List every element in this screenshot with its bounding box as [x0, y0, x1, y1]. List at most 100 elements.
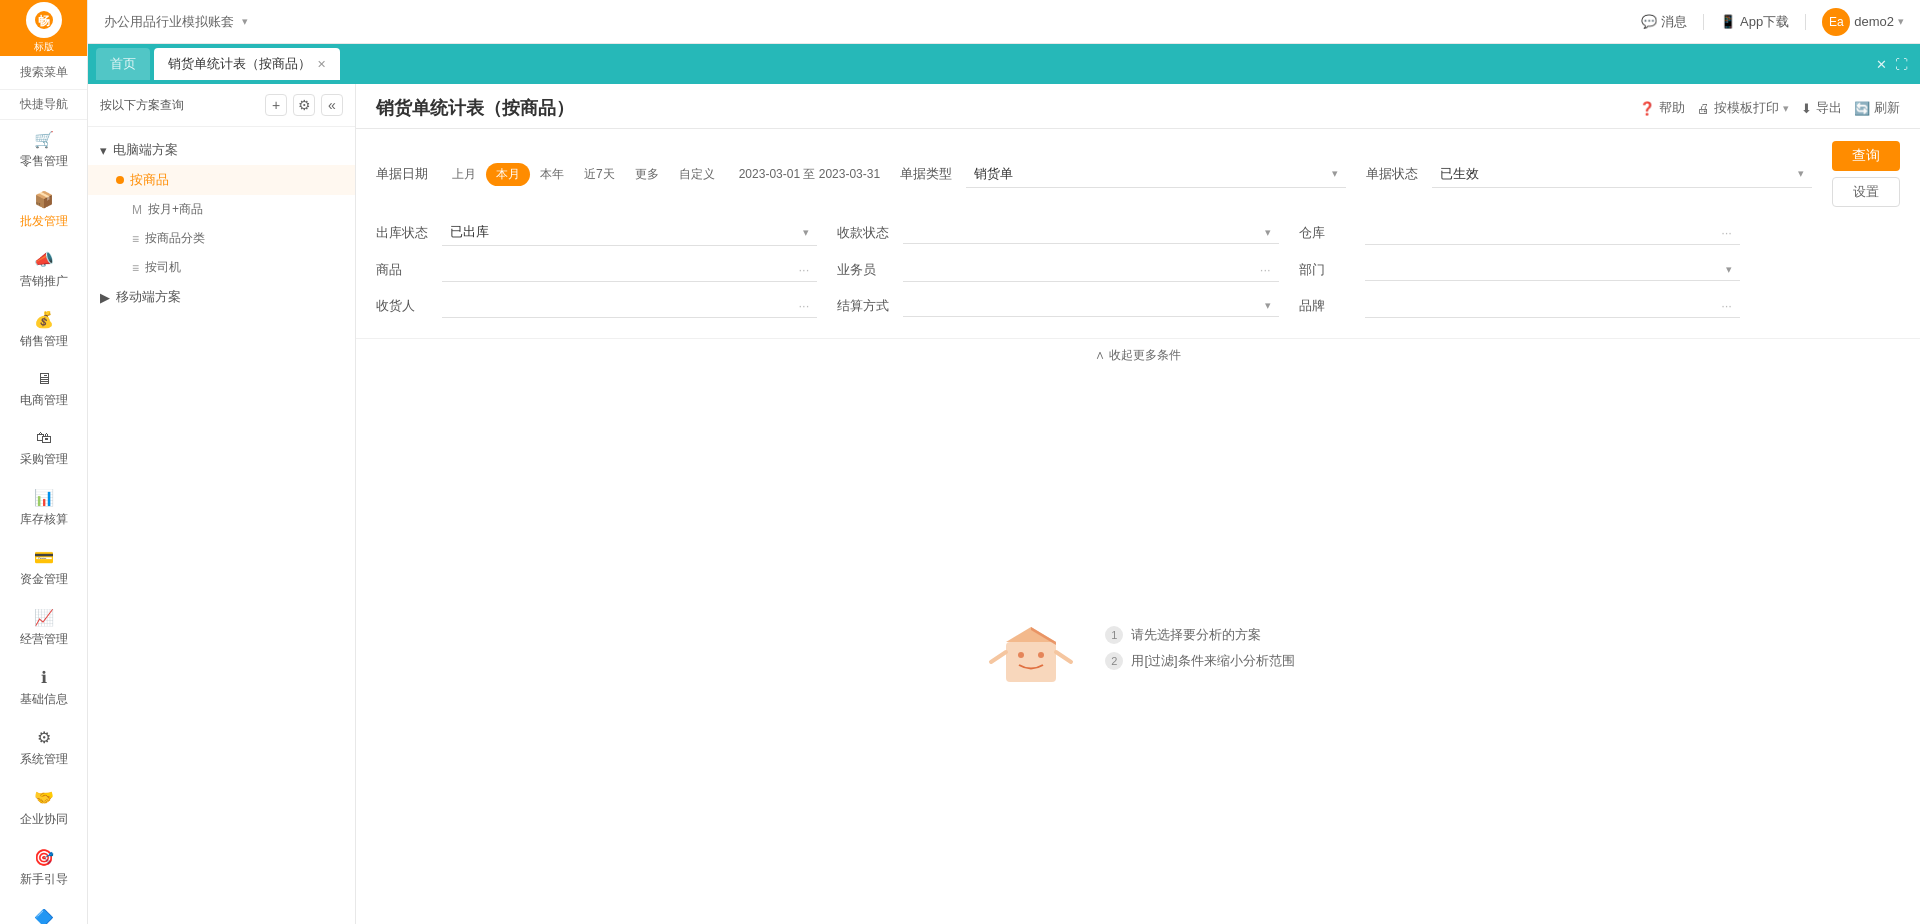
sidebar-item-appstore[interactable]: 🔷 应用中心 [0, 898, 87, 924]
date-7days[interactable]: 近7天 [574, 163, 625, 186]
query-btn[interactable]: 查询 [1832, 141, 1900, 171]
salesperson-dots: ··· [1260, 262, 1271, 277]
empty-illustration [981, 597, 1081, 700]
department-select[interactable]: ▾ [1365, 259, 1740, 281]
tab-home-label: 首页 [110, 55, 136, 73]
sidebar-item-sales[interactable]: 💰 销售管理 [0, 300, 87, 360]
doc-status-select[interactable]: 已生效 ▾ [1432, 161, 1812, 188]
sidebar-item-newbie[interactable]: 🎯 新手引导 [0, 838, 87, 898]
date-this-year[interactable]: 本年 [530, 163, 574, 186]
refresh-btn[interactable]: 🔄 刷新 [1854, 99, 1900, 117]
doc-status-chevron: ▾ [1798, 167, 1804, 180]
tree-section: ▾ 电脑端方案 按商品 M 按月+商品 ≡ 按商品分类 ≡ 按司机 [88, 127, 355, 320]
sidebar-logo: 畅 标版 [0, 0, 87, 56]
goods-filter: 商品 ··· [376, 258, 817, 282]
tree-item-by-driver[interactable]: ≡ 按司机 [88, 253, 355, 282]
settlement-filter: 结算方式 ▾ [837, 295, 1278, 317]
sidebar-item-enterprise[interactable]: 🤝 企业协同 [0, 778, 87, 838]
warehouse-status-select[interactable]: 已出库 ▾ [442, 219, 817, 246]
svg-line-8 [1056, 652, 1071, 662]
ecom-icon: 🖥 [36, 370, 52, 388]
date-filter: 单据日期 上月 本月 本年 近7天 更多 自定义 2023-03-01 至 20… [376, 163, 880, 186]
industry-dropdown-icon[interactable]: ▾ [242, 15, 248, 28]
user-menu[interactable]: Ea demo2 ▾ [1822, 8, 1904, 36]
sidebar-item-system[interactable]: ⚙ 系统管理 [0, 718, 87, 778]
doc-type-label: 单据类型 [900, 165, 960, 183]
sidebar-item-inventory[interactable]: 📊 库存核算 [0, 478, 87, 538]
warehouse-select[interactable]: ··· [1365, 221, 1740, 245]
salesperson-select[interactable]: ··· [903, 258, 1278, 282]
tab-home[interactable]: 首页 [96, 48, 150, 80]
date-buttons: 上月 本月 本年 近7天 更多 自定义 [442, 163, 725, 186]
sales-icon: 💰 [34, 310, 54, 329]
tab-sales-stats[interactable]: 销货单统计表（按商品） ✕ [154, 48, 340, 80]
msg-icon: 💬 [1641, 14, 1657, 29]
warehouse-dots: ··· [1721, 225, 1732, 240]
sidebar-item-finance[interactable]: 💳 资金管理 [0, 538, 87, 598]
export-btn[interactable]: ⬇ 导出 [1801, 99, 1842, 117]
finance-icon: 💳 [34, 548, 54, 567]
date-this-month[interactable]: 本月 [486, 163, 530, 186]
tree-expand-icon: ▾ [100, 143, 107, 158]
svg-point-5 [1018, 652, 1024, 658]
print-btn[interactable]: 🖨 按模板打印 ▾ [1697, 99, 1789, 117]
doc-type-filter: 单据类型 销货单 ▾ [900, 161, 1346, 188]
page-header: 销货单统计表（按商品） ❓ 帮助 🖨 按模板打印 ▾ ⬇ 导出 [356, 84, 1920, 129]
download-icon: 📱 [1720, 14, 1736, 29]
tree-item-by-month-goods[interactable]: M 按月+商品 [88, 195, 355, 224]
brand-dots: ··· [1721, 298, 1732, 313]
goods-select[interactable]: ··· [442, 258, 817, 282]
sidebar-search[interactable]: 搜索菜单 [0, 56, 87, 90]
tab-sales-stats-close[interactable]: ✕ [317, 58, 326, 71]
receiver-label: 收货人 [376, 297, 436, 315]
sidebar-item-operation[interactable]: 📈 经营管理 [0, 598, 87, 658]
industry-label: 办公用品行业模拟账套 [104, 13, 234, 31]
tree-pc-group[interactable]: ▾ 电脑端方案 [88, 135, 355, 165]
sidebar-item-basic[interactable]: ℹ 基础信息 [0, 658, 87, 718]
month-goods-icon: M [132, 203, 142, 217]
receiver-select[interactable]: ··· [442, 294, 817, 318]
main: 办公用品行业模拟账套 ▾ 💬 消息 📱 App下载 Ea demo2 ▾ [88, 0, 1920, 924]
date-custom[interactable]: 自定义 [669, 163, 725, 186]
goods-dots: ··· [798, 262, 809, 277]
add-scheme-btn[interactable]: + [265, 94, 287, 116]
payment-status-select[interactable]: ▾ [903, 222, 1278, 244]
tree-item-by-goods[interactable]: 按商品 [88, 165, 355, 195]
sidebar-item-ecom[interactable]: 🖥 电商管理 [0, 360, 87, 419]
filter-row-4: 收货人 ··· 结算方式 ▾ 品牌 [376, 294, 1900, 318]
goods-label: 商品 [376, 261, 436, 279]
help-btn[interactable]: ❓ 帮助 [1639, 99, 1685, 117]
sidebar-item-purchase[interactable]: 🛍 采购管理 [0, 419, 87, 478]
window-expand-icon[interactable]: ⛶ [1895, 57, 1908, 72]
payment-status-chevron: ▾ [1265, 226, 1271, 239]
svg-line-7 [991, 652, 1006, 662]
sidebar-nav[interactable]: 快捷导航 [0, 90, 87, 120]
sidebar-item-retail[interactable]: 🛒 零售管理 [0, 120, 87, 180]
filter-row-3: 商品 ··· 业务员 ··· 部门 [376, 258, 1900, 282]
settlement-select[interactable]: ▾ [903, 295, 1278, 317]
tree-mobile-expand-icon: ▶ [100, 290, 110, 305]
sidebar-item-marketing[interactable]: 📣 营销推广 [0, 240, 87, 300]
content: 按以下方案查询 + ⚙ « ▾ 电脑端方案 按商品 M 按月+商 [88, 84, 1920, 924]
doc-type-chevron: ▾ [1332, 167, 1338, 180]
salesperson-filter: 业务员 ··· [837, 258, 1278, 282]
svg-rect-2 [1006, 642, 1056, 682]
tree-mobile-group[interactable]: ▶ 移动端方案 [88, 282, 355, 312]
setting-btn[interactable]: 设置 [1832, 177, 1900, 207]
date-prev-month[interactable]: 上月 [442, 163, 486, 186]
collapse-bar[interactable]: ∧ 收起更多条件 [356, 338, 1920, 372]
scheme-settings-btn[interactable]: ⚙ [293, 94, 315, 116]
tree-item-by-category[interactable]: ≡ 按商品分类 [88, 224, 355, 253]
date-more[interactable]: 更多 [625, 163, 669, 186]
doc-type-select[interactable]: 销货单 ▾ [966, 161, 1346, 188]
window-close-icon[interactable]: ✕ [1876, 57, 1887, 72]
tree-pc-label: 电脑端方案 [113, 141, 178, 159]
query-buttons: 查询 设置 [1832, 141, 1900, 207]
collapse-panel-btn[interactable]: « [321, 94, 343, 116]
sidebar-item-wholesale[interactable]: 📦 批发管理 [0, 180, 87, 240]
app-download-btn[interactable]: 📱 App下载 [1720, 13, 1789, 31]
msg-btn[interactable]: 💬 消息 [1641, 13, 1687, 31]
right-panel: 销货单统计表（按商品） ❓ 帮助 🖨 按模板打印 ▾ ⬇ 导出 [356, 84, 1920, 924]
department-chevron: ▾ [1726, 263, 1732, 276]
brand-select[interactable]: ··· [1365, 294, 1740, 318]
